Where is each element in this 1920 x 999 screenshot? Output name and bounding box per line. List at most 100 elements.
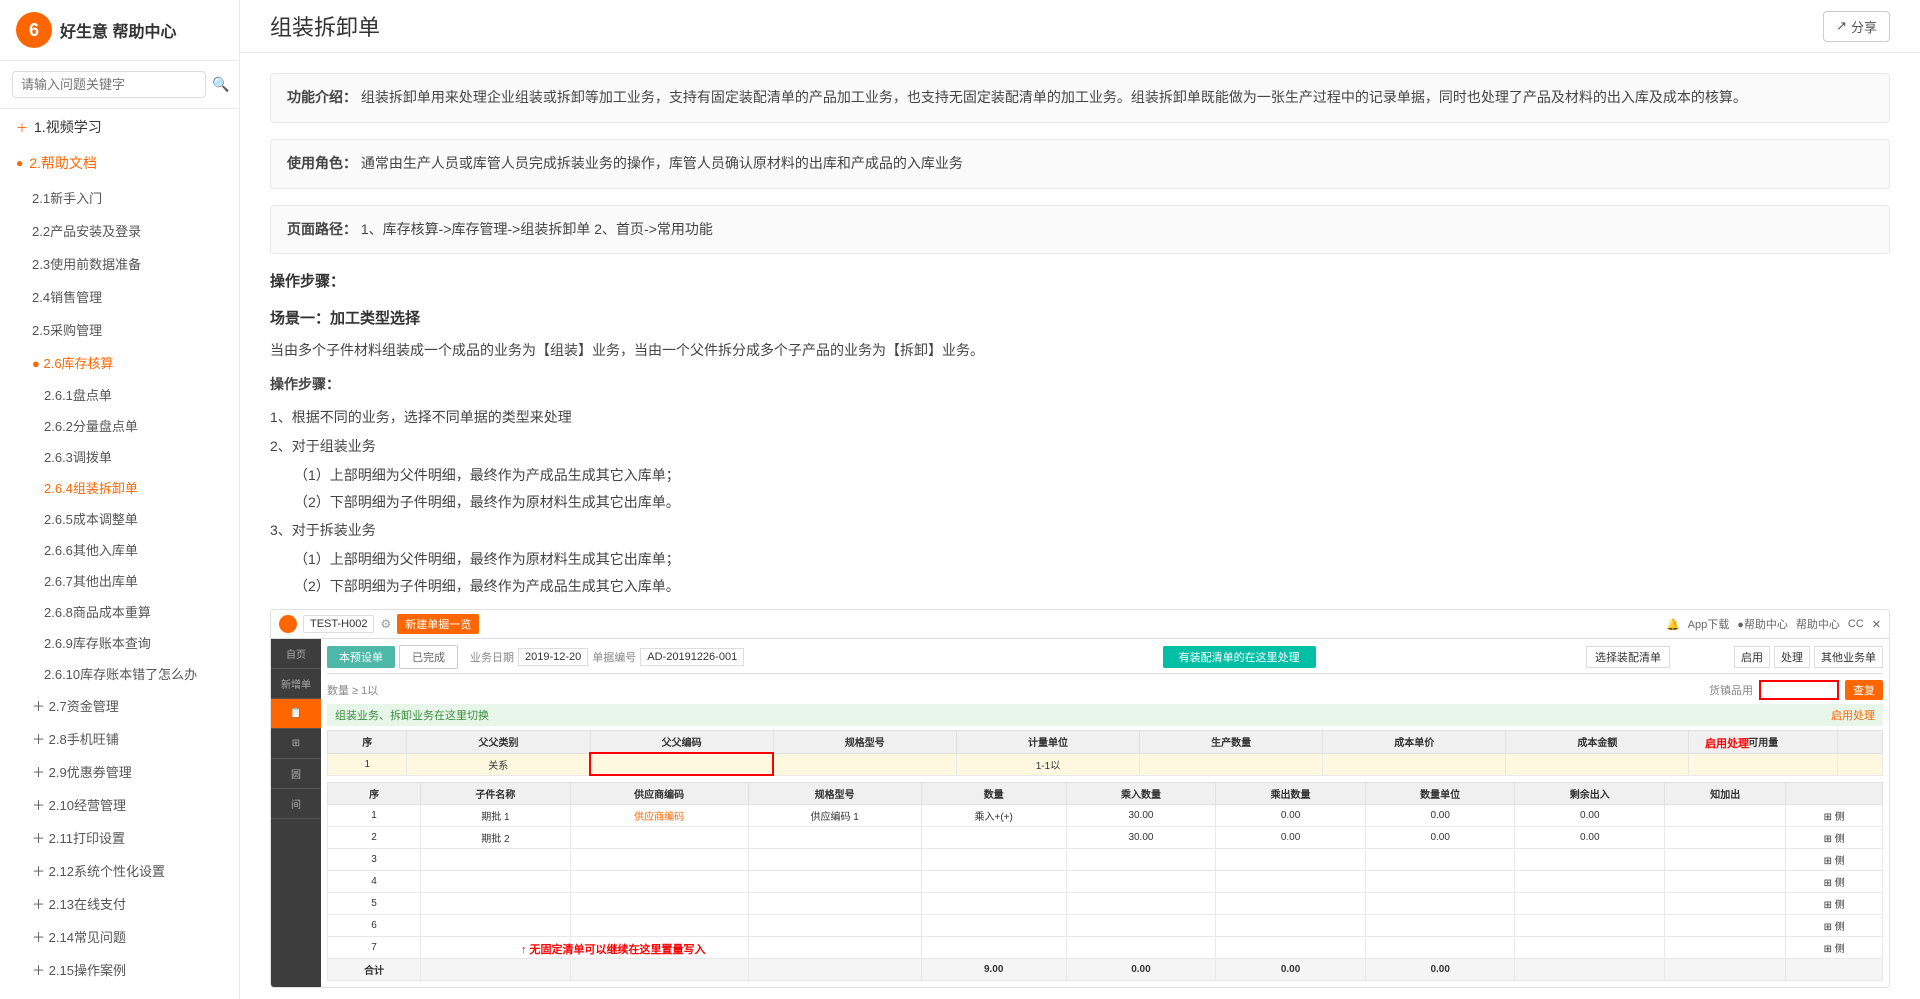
sidebar-item-inv7[interactable]: 2.6.7其他出库单: [0, 565, 239, 596]
mock-user-icon: 帮助中心: [1796, 616, 1840, 632]
mock-sidebar-home: 自页: [271, 639, 321, 669]
mock-child-footer: 合计 9.00 0.00 0.00 0.00: [328, 959, 1883, 981]
mock-orderno-label: 单据编号: [592, 649, 636, 665]
sidebar-item-inv3[interactable]: 2.6.3调拨单: [0, 441, 239, 472]
scene-title: 场景一：加工类型选择: [270, 307, 1890, 328]
app-logo: 6: [16, 12, 52, 48]
mock-center-notice: 有装配清单的在这里处理: [1163, 646, 1316, 668]
mock-cell-unit: 1-1以: [956, 753, 1139, 775]
mock-child-row-1: 1 期批 1 供应商编码 供应编码 1 乘入+(+) 30.00 0.00 0.…: [328, 805, 1883, 827]
step2-sub1: （1）上部明细为父件明细，最终作为产成品生成其它入库单；: [270, 463, 1890, 488]
search-box: 🔍: [0, 61, 239, 109]
sidebar-item-case[interactable]: ＋ 2.15操作案例: [0, 953, 239, 986]
share-icon: ↗: [1836, 18, 1847, 34]
mock-date-label: 业务日期: [470, 649, 514, 665]
plus-icon: ＋: [16, 119, 28, 136]
mock-avatar: CC: [1848, 618, 1864, 630]
plus-icon-operation: ＋: [32, 798, 45, 813]
mock-parent-table: 序 父父类别 父父编码 规格型号 计量单位 生产数量 成本单价 成本金额 可用量: [327, 730, 1883, 776]
mock-cell-avail: [1689, 753, 1838, 775]
mock-child-th-remain: 剩余出入: [1515, 783, 1665, 805]
plus-icon-print: ＋: [32, 831, 45, 846]
mock-child-row-3: 3 ⊞ 侧: [328, 849, 1883, 871]
plus-icon-custom: ＋: [32, 864, 45, 879]
mock-titlebar: TEST-H002 ⚙ 新建单据一览 🔔 App下载 ●帮助中心 帮助中心 CC…: [271, 610, 1889, 639]
mock-search-btn[interactable]: 查复: [1845, 680, 1883, 700]
sidebar-item-video[interactable]: ＋ 1.视频学习: [0, 109, 239, 145]
sidebar-item-inv10[interactable]: 2.6.10库存账本错了怎么办: [0, 658, 239, 689]
sidebar-header: 6 好生意 帮助中心: [0, 0, 239, 61]
step2: 2、对于组装业务: [270, 434, 1890, 459]
sidebar-item-inventory[interactable]: ● 2.6库存核算: [0, 346, 239, 379]
topbar: 组装拆卸单 ↗ 分享: [240, 0, 1920, 53]
sidebar-item-xinshou[interactable]: 2.1新手入门: [0, 181, 239, 214]
mock-th-prodqty: 生产数量: [1140, 731, 1323, 754]
mock-child-row-6: 6 ⊞ 侧: [328, 915, 1883, 937]
mock-tab-completed: 已完成: [399, 645, 458, 669]
sidebar-item-purchase[interactable]: 2.5采购管理: [0, 313, 239, 346]
sidebar-item-inv5[interactable]: 2.6.5成本调整单: [0, 503, 239, 534]
step3: 3、对于拆装业务: [270, 518, 1890, 543]
content-area: 功能介绍： 组装拆卸单用来处理企业组装或拆卸等加工业务，支持有固定装配清单的产品…: [240, 53, 1920, 999]
sidebar: 6 好生意 帮助中心 🔍 ＋ 1.视频学习 ● 2.帮助文档 2.1新手入门 2…: [0, 0, 240, 999]
mock-assembly-switch-label: 组装业务、拆卸业务在这里切换: [335, 707, 489, 723]
mock-sidebar-icon3: 间: [271, 789, 321, 819]
search-input[interactable]: [12, 71, 206, 98]
mock-child-th-name: 子件名称: [421, 783, 571, 805]
search-icon[interactable]: 🔍: [212, 76, 229, 93]
mock-action-btn3: 其他业务单: [1814, 646, 1883, 668]
path-block: 页面路径： 1、库存核算->库存管理->组装拆卸单 2、首页->常用功能: [270, 205, 1890, 255]
op-steps-title: 操作步骤：: [270, 372, 1890, 397]
sidebar-item-docs[interactable]: ● 2.帮助文档: [0, 145, 239, 181]
mock-cell-prodqty: [1140, 753, 1323, 775]
function-intro-label: 功能介绍：: [287, 89, 357, 105]
path-label: 页面路径：: [287, 221, 357, 237]
mock-th-seq: 序: [328, 731, 407, 754]
mock-child-th-spec: 规格型号: [748, 783, 921, 805]
sidebar-item-custom[interactable]: ＋ 2.12系统个性化设置: [0, 854, 239, 887]
plus-icon-case: ＋: [32, 963, 45, 978]
mock-app-icon: App下载: [1688, 616, 1730, 632]
sidebar-item-install[interactable]: 2.2产品安装及登录: [0, 214, 239, 247]
mock-child-th-outqty: 乘出数量: [1216, 783, 1366, 805]
share-button[interactable]: ↗ 分享: [1823, 11, 1890, 42]
mock-child-th-suppcode: 供应商编码: [570, 783, 748, 805]
mock-content: 自页 新增单 📋 ⊞ 圆 间 本预设单 已完成 业务日期: [271, 639, 1889, 987]
sidebar-item-inv9[interactable]: 2.6.9库存账本查询: [0, 627, 239, 658]
sidebar-item-data[interactable]: 2.3使用前数据准备: [0, 247, 239, 280]
mock-company-select: TEST-H002: [303, 615, 374, 633]
sidebar-item-print[interactable]: ＋ 2.11打印设置: [0, 821, 239, 854]
mock-left-sidebar: 自页 新增单 📋 ⊞ 圆 间: [271, 639, 321, 987]
operations-title: 操作步骤：: [270, 270, 1890, 291]
mock-cell-costamt: [1506, 753, 1689, 775]
mock-cell-code: [590, 753, 773, 775]
sidebar-item-inv8[interactable]: 2.6.8商品成本重算: [0, 596, 239, 627]
mock-sidebar-active: 📋: [271, 699, 321, 729]
sidebar-item-coupon[interactable]: ＋ 2.9优惠券管理: [0, 755, 239, 788]
mock-child-row-2: 2 期批 2 30.00 0.00 0.00 0.00: [328, 827, 1883, 849]
sidebar-item-inv6[interactable]: 2.6.6其他入库单: [0, 534, 239, 565]
sidebar-item-sales[interactable]: 2.4销售管理: [0, 280, 239, 313]
sidebar-item-inv1[interactable]: 2.6.1盘点单: [0, 379, 239, 410]
sidebar-item-mobile[interactable]: ＋ 2.8手机旺铺: [0, 722, 239, 755]
sidebar-item-pay[interactable]: ＋ 2.13在线支付: [0, 887, 239, 920]
sidebar-item-inv4[interactable]: 2.6.4组装拆卸单: [0, 472, 239, 503]
mock-th-parentcode: 父父编码: [590, 731, 773, 754]
mock-th-costamt: 成本金额: [1506, 731, 1689, 754]
mock-cell-seq: 1: [328, 753, 407, 775]
mock-search-input[interactable]: [1759, 680, 1839, 700]
plus-icon-capital: ＋: [32, 699, 45, 714]
mock-orderno-value: AD-20191226-001: [640, 648, 744, 666]
sidebar-item-capital[interactable]: ＋ 2.7资金管理: [0, 689, 239, 722]
annotation-unlimited: ↑ 无固定清单可以继续在这里置量写入: [521, 941, 706, 957]
mock-th-costprice: 成本单价: [1323, 731, 1506, 754]
sidebar-item-faq[interactable]: ＋ 2.14常见问题: [0, 920, 239, 953]
annotation-processing: 启用处理: [1705, 735, 1749, 751]
mock-center-btn: 选择装配清单: [1586, 646, 1670, 668]
sidebar-item-inv2[interactable]: 2.6.2分量盘点单: [0, 410, 239, 441]
mock-child-th-inqty: 乘入数量: [1066, 783, 1216, 805]
minus-icon: ●: [16, 156, 23, 170]
mock-child-row-5: 5 ⊞ 侧: [328, 893, 1883, 915]
mock-help-icon: ●帮助中心: [1737, 616, 1788, 632]
sidebar-item-operation[interactable]: ＋ 2.10经营管理: [0, 788, 239, 821]
